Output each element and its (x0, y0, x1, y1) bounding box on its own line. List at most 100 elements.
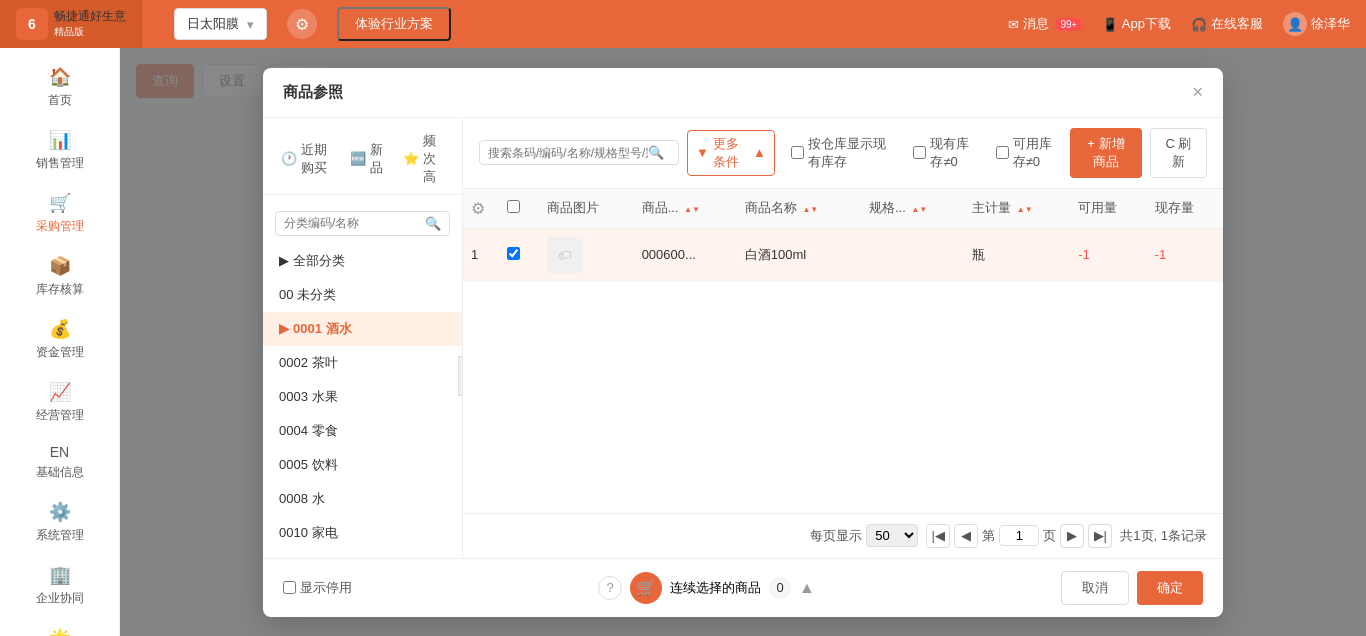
online-service-nav-item[interactable]: 🎧 在线客服 (1191, 15, 1263, 33)
product-reference-modal: 商品参照 × 🕐 近期购买 🆕 (263, 68, 1223, 617)
confirm-button[interactable]: 确定 (1137, 571, 1203, 605)
product-table-container: ⚙ 商品图片 商品... ▲▼ (463, 189, 1223, 513)
sidebar-item-inventory[interactable]: 📦 库存核算 (0, 245, 119, 308)
home-icon: 🏠 (49, 66, 71, 88)
checkbox-usable-ne0-input[interactable] (996, 146, 1009, 159)
checkbox-available-ne0[interactable]: 现有库存≠0 (913, 135, 979, 171)
sidebar-item-guide[interactable]: 🌟 新手引导 (0, 617, 119, 636)
tab-freq[interactable]: ⭐ 频次高 (393, 126, 454, 194)
category-item-0003[interactable]: 0003 水果 (263, 380, 462, 414)
help-button[interactable]: ? (598, 576, 622, 600)
tab-new[interactable]: 🆕 新品 (340, 126, 393, 194)
cancel-button[interactable]: 取消 (1061, 571, 1129, 605)
tab-recent[interactable]: 🕐 近期购买 (271, 126, 340, 194)
sidebar-item-operation[interactable]: 📈 经营管理 (0, 371, 119, 434)
settings-icon[interactable]: ⚙ (287, 9, 317, 39)
experience-button[interactable]: 体验行业方案 (337, 7, 451, 41)
category-item-0008[interactable]: 0008 水 (263, 482, 462, 516)
category-item-0005[interactable]: 0005 饮料 (263, 448, 462, 482)
row-code: 000600... (634, 228, 737, 281)
messages-badge: 99+ (1055, 18, 1081, 31)
sidebar-item-basic[interactable]: EN 基础信息 (0, 434, 119, 491)
left-panel-collapse-button[interactable]: « (458, 356, 462, 396)
page-prev-button[interactable]: ◀ (954, 524, 978, 548)
sidebar-label-sales: 销售管理 (36, 155, 84, 172)
inventory-icon: 📦 (49, 255, 71, 277)
messages-nav-item[interactable]: ✉ 消息 99+ (1008, 15, 1081, 33)
category-item-0010[interactable]: 0010 家电 (263, 516, 462, 550)
page-size-dropdown[interactable]: 102050100 (866, 524, 918, 547)
modal-overlay: 商品参照 × 🕐 近期购买 🆕 (120, 48, 1366, 636)
sidebar-label-system: 系统管理 (36, 527, 84, 544)
checkbox-warehouse-input[interactable] (791, 146, 804, 159)
product-search-icon[interactable]: 🔍 (648, 145, 664, 160)
category-search-icon[interactable]: 🔍 (425, 216, 441, 231)
category-item-0002[interactable]: 0002 茶叶 (263, 346, 462, 380)
row-spec (861, 228, 964, 281)
product-search-input[interactable] (488, 146, 648, 160)
footer-center: ? 🛒 连续选择的商品 0 ▲ (598, 572, 815, 604)
show-disabled-label[interactable]: 显示停用 (283, 579, 352, 597)
basic-icon: EN (50, 444, 69, 460)
category-item-all[interactable]: ▶ 全部分类 (263, 244, 462, 278)
page-size-select: 每页显示 102050100 (810, 524, 918, 547)
col-code[interactable]: 商品... ▲▼ (634, 189, 737, 229)
page-nav: |◀ ◀ 第 页 ▶ ▶| (926, 524, 1112, 548)
row-stock: -1 (1147, 228, 1223, 281)
sidebar-label-operation: 经营管理 (36, 407, 84, 424)
sidebar-label-basic: 基础信息 (36, 464, 84, 481)
table-row[interactable]: 1 🏷 000600... 白酒100ml 瓶 -1 -1 (463, 228, 1223, 281)
system-icon: ⚙️ (49, 501, 71, 523)
nav-brand: 6 畅捷通好生意 精品版 (0, 0, 142, 48)
checkbox-usable-ne0[interactable]: 可用库存≠0 (996, 135, 1062, 171)
col-unit[interactable]: 主计量 ▲▼ (964, 189, 1070, 229)
page-suffix: 页 (1043, 527, 1056, 545)
col-available: 可用量 (1070, 189, 1146, 229)
checkbox-warehouse[interactable]: 按仓库显示现有库存 (791, 135, 898, 171)
row-image: 🏷 (539, 228, 633, 281)
product-search-box: 🔍 (479, 140, 679, 165)
refresh-button[interactable]: C 刷新 (1150, 128, 1207, 178)
col-name[interactable]: 商品名称 ▲▼ (737, 189, 861, 229)
sidebar-item-system[interactable]: ⚙️ 系统管理 (0, 491, 119, 554)
select-all-checkbox[interactable] (507, 200, 520, 213)
logo-text: 畅捷通好生意 (54, 9, 126, 25)
more-filters-button[interactable]: ▼ 更多条件 ▲ (687, 130, 775, 176)
row-unit: 瓶 (964, 228, 1070, 281)
sidebar-item-sales[interactable]: 📊 销售管理 (0, 119, 119, 182)
page-next-button[interactable]: ▶ (1060, 524, 1084, 548)
sidebar-item-enterprise[interactable]: 🏢 企业协同 (0, 554, 119, 617)
headset-icon: 🎧 (1191, 17, 1207, 32)
sidebar-item-purchase[interactable]: 🛒 采购管理 (0, 182, 119, 245)
sidebar-item-home[interactable]: 🏠 首页 (0, 56, 119, 119)
show-disabled-checkbox[interactable] (283, 581, 296, 594)
page-last-button[interactable]: ▶| (1088, 524, 1112, 548)
category-search-input[interactable] (284, 216, 425, 230)
col-spec[interactable]: 规格... ▲▼ (861, 189, 964, 229)
product-thumbnail: 🏷 (547, 237, 583, 273)
page-first-button[interactable]: |◀ (926, 524, 950, 548)
selector-arrow-icon: ▾ (247, 17, 254, 32)
store-selector[interactable]: 日太阳膜 ▾ (174, 8, 267, 40)
sidebar: 🏠 首页 📊 销售管理 🛒 采购管理 📦 库存核算 💰 资金管理 📈 经营管理 … (0, 48, 120, 636)
app-download-nav-item[interactable]: 📱 App下载 (1102, 15, 1171, 33)
checkbox-available-ne0-input[interactable] (913, 146, 926, 159)
category-item-0001[interactable]: ▶ 0001 酒水 (263, 312, 462, 346)
row-checkbox[interactable] (499, 228, 539, 281)
user-nav-item[interactable]: 👤 徐泽华 (1283, 12, 1350, 36)
new-icon: 🆕 (350, 151, 366, 166)
row-num: 1 (463, 228, 499, 281)
logo-icon: 6 (16, 8, 48, 40)
cart-button[interactable]: 🛒 (630, 572, 662, 604)
category-item-0004[interactable]: 0004 零食 (263, 414, 462, 448)
modal-close-button[interactable]: × (1192, 82, 1203, 103)
sidebar-label-finance: 资金管理 (36, 344, 84, 361)
col-stock: 现存量 (1147, 189, 1223, 229)
sidebar-item-finance[interactable]: 💰 资金管理 (0, 308, 119, 371)
footer-collapse-button[interactable]: ▲ (799, 579, 815, 597)
page-number-input[interactable] (999, 525, 1039, 546)
column-settings-button[interactable]: ⚙ (471, 200, 485, 217)
category-item-00[interactable]: 00 未分类 (263, 278, 462, 312)
add-product-button[interactable]: + 新增商品 (1070, 128, 1142, 178)
purchase-icon: 🛒 (49, 192, 71, 214)
